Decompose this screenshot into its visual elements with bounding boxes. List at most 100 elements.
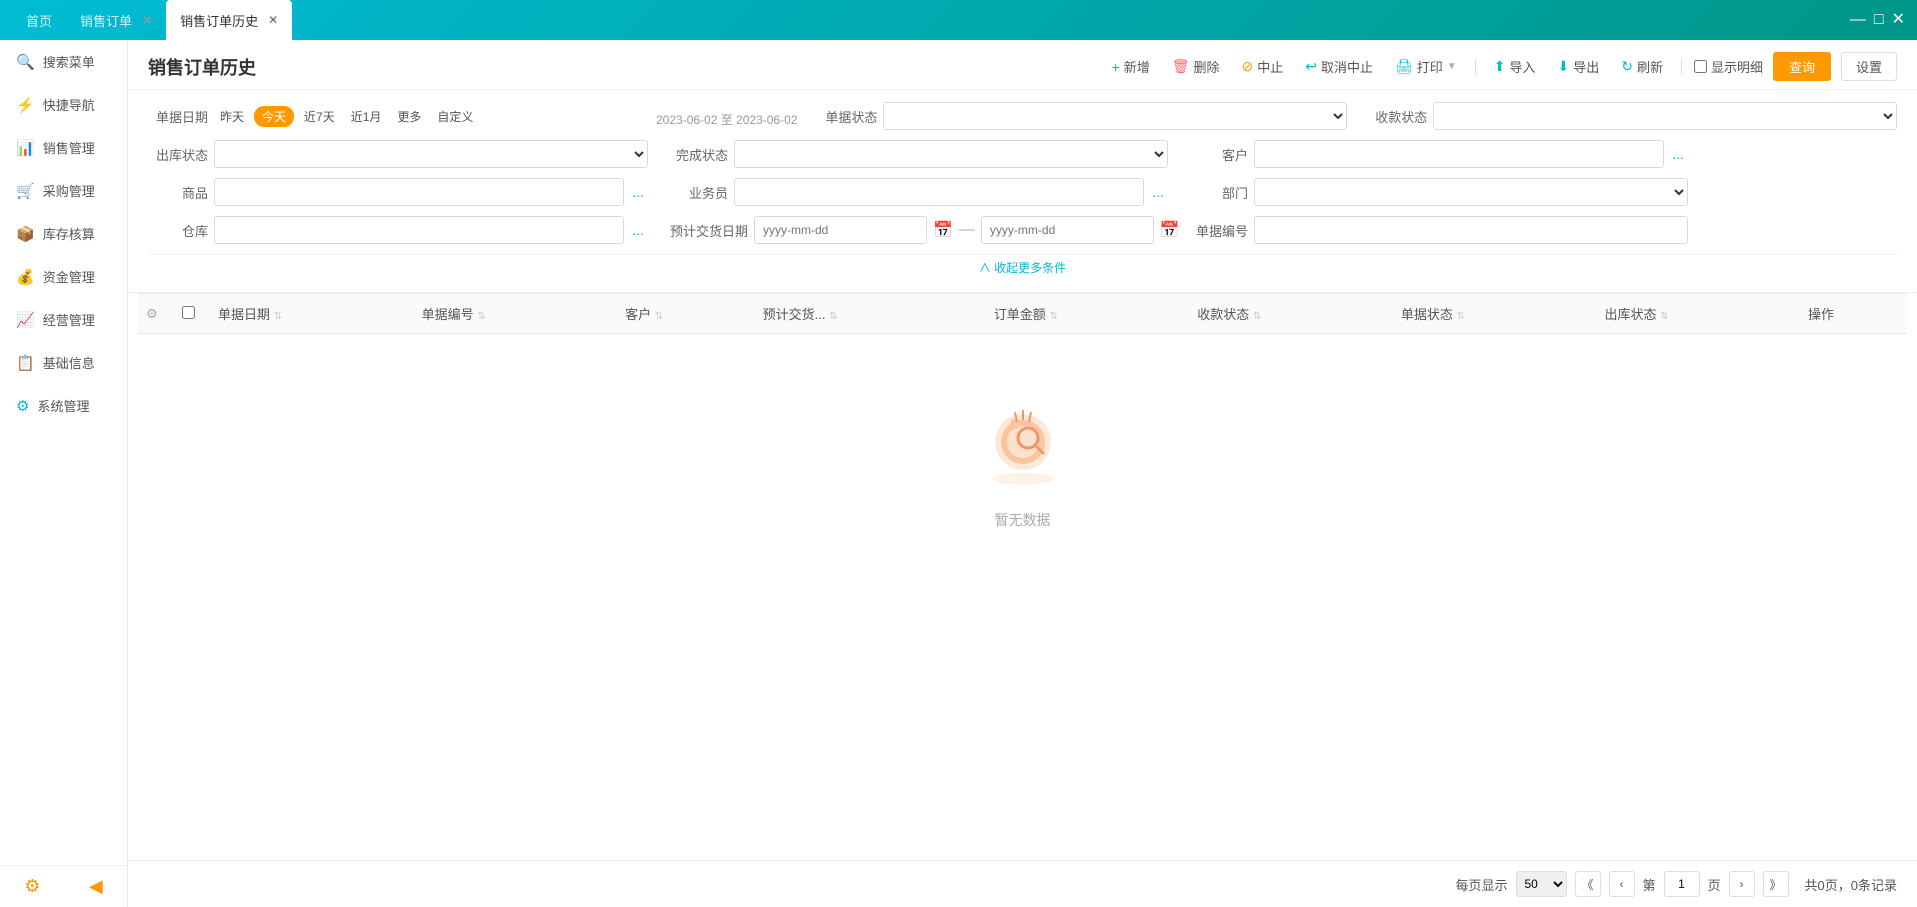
order-status-select[interactable]	[883, 102, 1347, 130]
th-delivery[interactable]: 预计交货... ⇅	[755, 294, 986, 334]
delivery-date-from[interactable]	[754, 216, 927, 244]
sidebar-collapse-button[interactable]: ◀	[89, 876, 103, 897]
calendar-from-icon[interactable]: 📅	[933, 220, 953, 240]
close-tab-sales-order[interactable]: ✕	[142, 13, 152, 27]
order-status-filter-item: 单据状态	[817, 102, 1347, 130]
doc-no-input[interactable]	[1254, 216, 1688, 244]
page-number-input[interactable]	[1664, 871, 1700, 897]
th-customer[interactable]: 客户 ⇅	[617, 294, 754, 334]
sidebar-item-purchase-mgmt[interactable]: 🛒 采购管理	[0, 169, 127, 212]
close-tab-sales-order-history[interactable]: ✕	[268, 13, 278, 27]
sidebar-item-search-menu[interactable]: 🔍 搜索菜单	[0, 40, 127, 83]
date-btn-custom[interactable]: 自定义	[431, 106, 479, 127]
salesperson-control: ...	[734, 178, 1168, 206]
close-window-button[interactable]: ✕	[1892, 12, 1905, 28]
dept-control	[1254, 178, 1688, 206]
tab-sales-order[interactable]: 销售订单 ✕	[66, 0, 166, 40]
date-range-dash: —	[959, 221, 975, 239]
date-btn-yesterday[interactable]: 昨天	[214, 106, 250, 127]
th-order-status[interactable]: 单据状态 ⇅	[1393, 294, 1597, 334]
date-range-display: 2023-06-02 至 2023-06-02	[648, 111, 797, 130]
date-btn-last1m[interactable]: 近1月	[345, 106, 388, 127]
sidebar-item-sales-mgmt[interactable]: 📊 销售管理	[0, 126, 127, 169]
first-page-button[interactable]: 《	[1575, 871, 1601, 897]
add-button[interactable]: + 新增	[1106, 54, 1156, 79]
checkbox-th	[174, 294, 210, 334]
tab-sales-order-history[interactable]: 销售订单历史 ✕	[166, 0, 292, 40]
payment-status-control	[1433, 102, 1897, 130]
delivery-date-label: 预计交货日期	[668, 221, 748, 240]
th-payment-status[interactable]: 收款状态 ⇅	[1189, 294, 1393, 334]
th-date[interactable]: 单据日期 ⇅	[210, 294, 414, 334]
page-title: 销售订单历史	[148, 54, 256, 80]
refresh-button[interactable]: ↻ 刷新	[1615, 54, 1669, 79]
display-columns-label[interactable]: 显示明细	[1694, 57, 1763, 76]
minimize-button[interactable]: —	[1850, 12, 1866, 28]
calendar-to-icon[interactable]: 📅	[1160, 220, 1180, 240]
finance-icon: 💰	[16, 268, 35, 286]
goods-input[interactable]	[214, 178, 624, 206]
maximize-button[interactable]: □	[1874, 12, 1884, 28]
sidebar-item-sys-mgmt[interactable]: ⚙ 系统管理	[0, 384, 127, 427]
th-amount[interactable]: 订单金额 ⇅	[986, 294, 1190, 334]
total-text: 共0页，0条记录	[1805, 875, 1897, 894]
customer-ellipsis[interactable]: ...	[1668, 146, 1688, 162]
complete-status-label: 完成状态	[668, 145, 728, 164]
select-all-checkbox[interactable]	[182, 306, 195, 319]
sidebar-settings-button[interactable]: ⚙	[24, 876, 40, 897]
salesperson-ellipsis[interactable]: ...	[1148, 184, 1168, 200]
salesperson-input[interactable]	[734, 178, 1144, 206]
warehouse-filter-item: 仓库 ...	[148, 216, 648, 244]
payment-status-select[interactable]	[1433, 102, 1897, 130]
goods-ellipsis[interactable]: ...	[628, 184, 648, 200]
cancel-stop-button[interactable]: ↩ 取消中止	[1299, 54, 1379, 79]
print-button[interactable]: 🖨 打印 ▼	[1389, 54, 1463, 79]
customer-control: ...	[1254, 140, 1688, 168]
query-button[interactable]: 查询	[1773, 52, 1831, 81]
sidebar-item-finance[interactable]: 💰 资金管理	[0, 255, 127, 298]
warehouse-ellipsis[interactable]: ...	[628, 222, 648, 238]
date-filter-item: 单据日期 昨天 今天 近7天 近1月 更多 自定义	[148, 106, 648, 127]
import-icon: ⬆	[1494, 58, 1506, 75]
th-out-status[interactable]: 出库状态 ⇅	[1596, 294, 1800, 334]
table-footer: 每页显示 20 50 100 《 ‹ 第 页 › 》 共0页，0条记录	[128, 860, 1917, 907]
import-button[interactable]: ⬆ 导入	[1488, 54, 1542, 79]
display-columns-checkbox[interactable]	[1694, 60, 1707, 73]
sidebar-item-operations[interactable]: 📈 经营管理	[0, 298, 127, 341]
warehouse-input[interactable]	[214, 216, 624, 244]
stop-button[interactable]: ⊘ 中止	[1236, 54, 1290, 79]
divider2	[1681, 59, 1682, 75]
sidebar-item-inventory[interactable]: 📦 库存核算	[0, 212, 127, 255]
out-status-select[interactable]	[214, 140, 648, 168]
tab-home[interactable]: 首页	[12, 0, 66, 40]
date-btn-today[interactable]: 今天	[254, 106, 294, 127]
content-area: 销售订单历史 + 新增 🗑 删除 ⊘ 中止 ↩ 取消中止	[128, 40, 1917, 907]
date-btn-more[interactable]: 更多	[391, 106, 427, 127]
collapse-bar[interactable]: ∧ 收起更多条件	[148, 254, 1897, 280]
page-header: 销售订单历史 + 新增 🗑 删除 ⊘ 中止 ↩ 取消中止	[128, 40, 1917, 90]
delete-button[interactable]: 🗑 删除	[1166, 54, 1226, 79]
last-page-button[interactable]: 》	[1763, 871, 1789, 897]
export-icon: ⬇	[1557, 58, 1569, 75]
th-no[interactable]: 单据编号 ⇅	[414, 294, 618, 334]
salesperson-filter-item: 业务员 ...	[668, 178, 1168, 206]
customer-input[interactable]	[1254, 140, 1664, 168]
sidebar-item-basic-info[interactable]: 📋 基础信息	[0, 341, 127, 384]
data-table: ⚙ 单据日期 ⇅ 单据编号 ⇅	[138, 293, 1907, 590]
page-size-select[interactable]: 20 50 100	[1516, 871, 1567, 897]
next-page-button[interactable]: ›	[1729, 871, 1755, 897]
date-quick-btns: 昨天 今天 近7天 近1月 更多 自定义	[214, 106, 479, 127]
th-ops: 操作	[1800, 294, 1907, 334]
table-settings-icon[interactable]: ⚙	[146, 306, 158, 321]
dept-select[interactable]	[1254, 178, 1688, 206]
complete-status-select[interactable]	[734, 140, 1168, 168]
date-btn-last7[interactable]: 近7天	[298, 106, 341, 127]
prev-page-button[interactable]: ‹	[1609, 871, 1635, 897]
complete-status-control	[734, 140, 1168, 168]
sys-icon: ⚙	[16, 397, 29, 415]
delivery-date-to[interactable]	[981, 216, 1154, 244]
delivery-date-filter-item: 预计交货日期 📅 — 📅	[668, 216, 1168, 244]
sidebar-item-quick-nav[interactable]: ⚡ 快捷导航	[0, 83, 127, 126]
set-button[interactable]: 设置	[1841, 52, 1897, 81]
export-button[interactable]: ⬇ 导出	[1551, 54, 1605, 79]
